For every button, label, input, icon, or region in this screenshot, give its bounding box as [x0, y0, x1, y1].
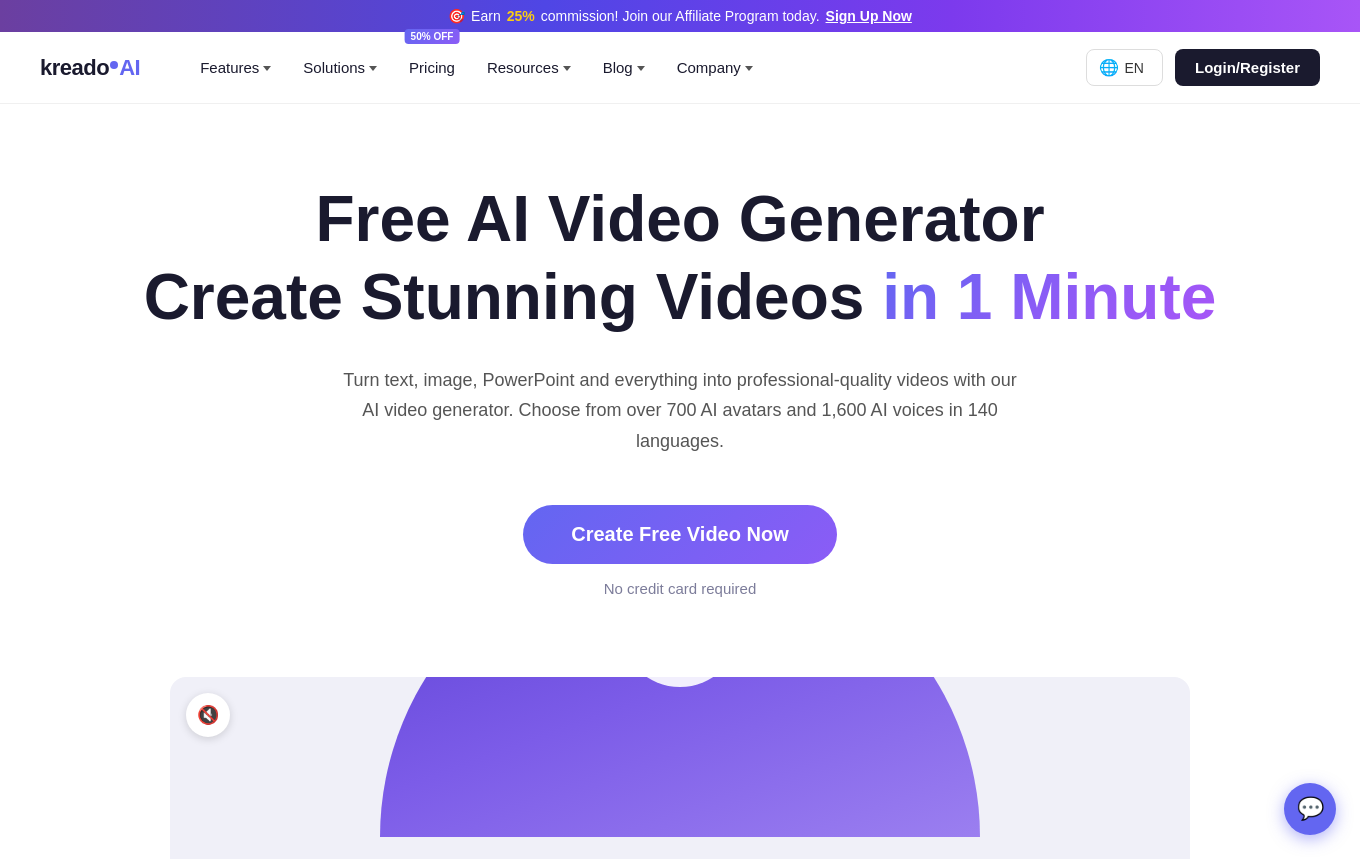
login-register-button[interactable]: Login/Register — [1175, 49, 1320, 86]
banner-cta-link[interactable]: Sign Up Now — [826, 8, 912, 24]
language-selector[interactable]: 🌐 EN — [1086, 49, 1163, 86]
nav-item-company[interactable]: Company — [665, 51, 765, 84]
nav-features-label: Features — [200, 59, 259, 76]
logo[interactable]: kreadoAI — [40, 55, 140, 81]
nav-company-label: Company — [677, 59, 741, 76]
nav-solutions-label: Solutions — [303, 59, 365, 76]
lang-label: EN — [1125, 60, 1144, 76]
hero-title-line2: Create Stunning Videos in 1 Minute — [40, 262, 1320, 332]
chevron-down-icon — [263, 66, 271, 71]
no-credit-card-text: No credit card required — [40, 580, 1320, 597]
nav-links: Features Solutions 50% OFF Pricing Resou… — [188, 51, 1085, 84]
logo-suffix: AI — [119, 55, 140, 80]
hero-title-plain: Create Stunning Videos — [144, 261, 865, 333]
arch-shape — [380, 677, 980, 837]
nav-blog-label: Blog — [603, 59, 633, 76]
nav-resources-label: Resources — [487, 59, 559, 76]
banner-prefix: Earn — [471, 8, 501, 24]
mute-icon: 🔇 — [197, 704, 219, 726]
hero-subtitle: Turn text, image, PowerPoint and everyth… — [340, 365, 1020, 457]
avatar-circle — [620, 677, 740, 687]
create-free-video-button[interactable]: Create Free Video Now — [523, 505, 836, 564]
globe-icon: 🌐 — [1099, 58, 1119, 77]
hero-title-gradient: in 1 Minute — [882, 261, 1216, 333]
mute-button[interactable]: 🔇 — [186, 693, 230, 737]
logo-text: kreadoAI — [40, 55, 140, 81]
nav-item-pricing[interactable]: 50% OFF Pricing — [397, 51, 467, 84]
hero-title-line1: Free AI Video Generator — [40, 184, 1320, 254]
nav-pricing-label: Pricing — [409, 59, 455, 76]
nav-item-features[interactable]: Features — [188, 51, 283, 84]
nav-right: 🌐 EN Login/Register — [1086, 49, 1320, 86]
video-arch-visual — [170, 677, 1190, 837]
nav-item-solutions[interactable]: Solutions — [291, 51, 389, 84]
chat-button[interactable]: 💬 — [1284, 783, 1336, 835]
nav-item-resources[interactable]: Resources — [475, 51, 583, 84]
pricing-badge: 50% OFF — [405, 29, 460, 44]
banner-highlight: 25% — [507, 8, 535, 24]
chevron-down-icon — [563, 66, 571, 71]
nav-item-blog[interactable]: Blog — [591, 51, 657, 84]
top-banner: 🎯 Earn 25% commission! Join our Affiliat… — [0, 0, 1360, 32]
chevron-down-icon — [745, 66, 753, 71]
banner-suffix: commission! Join our Affiliate Program t… — [541, 8, 820, 24]
chat-icon: 💬 — [1297, 796, 1324, 822]
banner-icon: 🎯 — [448, 8, 465, 24]
chevron-down-icon — [637, 66, 645, 71]
chevron-down-icon — [369, 66, 377, 71]
logo-dot — [110, 61, 118, 69]
video-section: 🔇 — [170, 677, 1190, 859]
navbar: kreadoAI Features Solutions 50% OFF Pric… — [0, 32, 1360, 104]
hero-section: Free AI Video Generator Create Stunning … — [0, 104, 1360, 657]
